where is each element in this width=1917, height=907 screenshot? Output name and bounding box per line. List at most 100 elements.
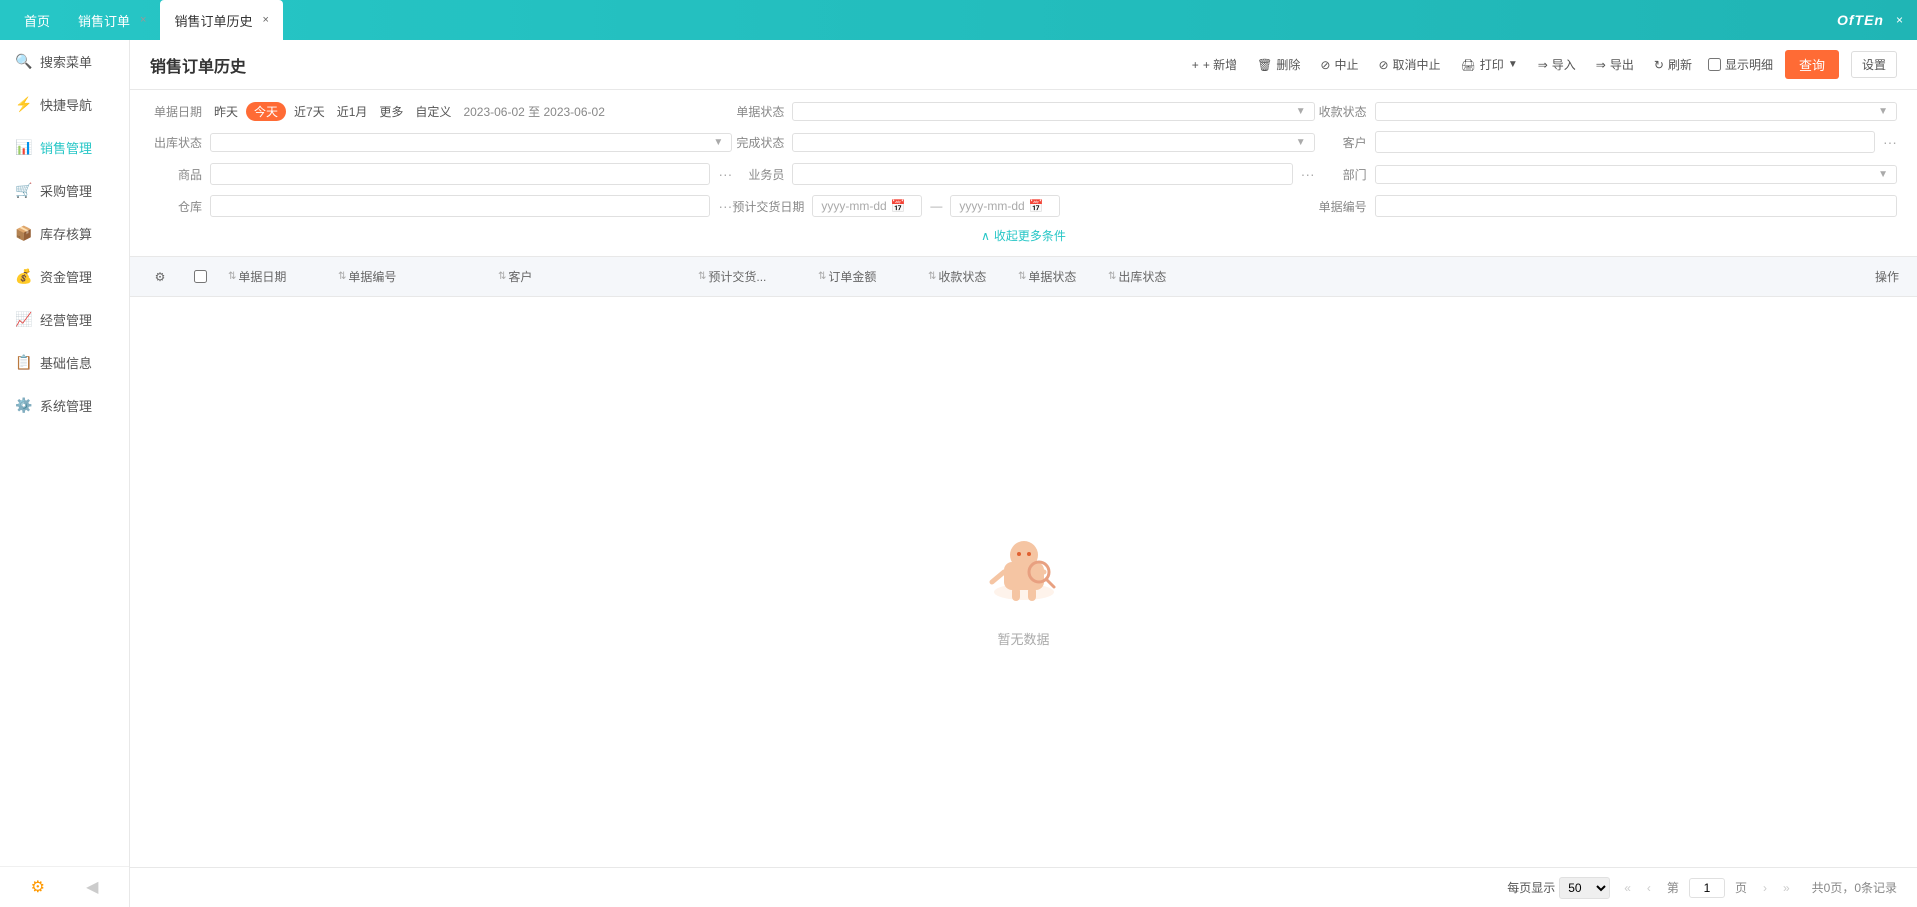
sidebar-item-purchase[interactable]: 🛒 采购管理: [0, 169, 129, 212]
warehouse-more-icon[interactable]: ···: [718, 198, 732, 214]
filter-row-1: 单据日期 昨天 今天 近7天 近1月 更多 自定义 2023-06-02 至 2…: [150, 102, 1897, 121]
warehouse-input[interactable]: [210, 195, 710, 217]
sidebar-item-operation[interactable]: 📈 经营管理: [0, 298, 129, 341]
table-col-delivery[interactable]: ⇅ 预计交货...: [690, 268, 810, 285]
date-control: 昨天 今天 近7天 近1月 更多 自定义 2023-06-02 至 2023-0…: [210, 102, 732, 121]
date-btn-more[interactable]: 更多: [375, 102, 407, 121]
warehouse-label: 仓库: [150, 198, 210, 215]
complete-status-chevron-icon: ▼: [1296, 137, 1306, 148]
goods-input[interactable]: [210, 163, 710, 185]
out-status-select[interactable]: ▼: [210, 133, 732, 152]
pagination-bar: 每页显示 50 10 20 100 « ‹ 第 页 › » 共0页，0条记录: [130, 867, 1917, 907]
table-col-action: 操作: [1190, 268, 1907, 285]
tab-sales-order-close[interactable]: ×: [140, 14, 146, 26]
table-select-all[interactable]: [194, 270, 207, 283]
table-col-customer[interactable]: ⇅ 客户: [490, 268, 690, 285]
delete-button[interactable]: 🗑 删除: [1253, 54, 1304, 75]
delivery-date-end[interactable]: yyyy-mm-dd 📅: [950, 195, 1060, 217]
stop-button[interactable]: ⊘ 中止: [1316, 54, 1362, 75]
collapse-btn[interactable]: ∧ 收起更多条件: [150, 227, 1897, 244]
query-button[interactable]: 查询: [1785, 50, 1839, 79]
top-bar: 首页 销售订单 × 销售订单历史 × OfTEn ×: [0, 0, 1917, 40]
settings-button[interactable]: 设置: [1851, 51, 1897, 78]
sidebar-item-inventory[interactable]: 📦 库存核算: [0, 212, 129, 255]
sidebar-item-basic-info[interactable]: 📋 基础信息: [0, 341, 129, 384]
goods-control: ···: [210, 163, 732, 185]
salesperson-more-icon[interactable]: ···: [1301, 166, 1315, 182]
top-bar-right: OfTEn ×: [1837, 12, 1907, 28]
tab-home[interactable]: 首页: [10, 0, 64, 40]
page-number-input[interactable]: [1689, 878, 1725, 898]
sidebar-label-capital: 资金管理: [40, 267, 92, 286]
bill-status-select[interactable]: ▼: [792, 102, 1314, 121]
cancel-stop-button[interactable]: ⊘ 取消中止: [1374, 54, 1444, 75]
sidebar-label-system: 系统管理: [40, 396, 92, 415]
filter-row-2: 出库状态 ▼ 完成状态 ▼: [150, 131, 1897, 153]
date-btn-custom[interactable]: 自定义: [411, 102, 455, 121]
delivery-date-start[interactable]: yyyy-mm-dd 📅: [812, 195, 922, 217]
sidebar-settings-icon[interactable]: ⚙: [31, 877, 45, 897]
table-col-out-status[interactable]: ⇅ 出库状态: [1100, 268, 1190, 285]
sales-icon: 📊: [16, 140, 32, 156]
import-button[interactable]: ⇒ 导入: [1534, 54, 1580, 75]
date-btn-yesterday[interactable]: 昨天: [210, 102, 242, 121]
per-page-select[interactable]: 50 10 20 100: [1559, 877, 1610, 899]
sidebar-collapse-icon[interactable]: ◀: [86, 877, 98, 897]
pay-status-chevron-icon: ▼: [1878, 106, 1888, 117]
bill-status-chevron-icon: ▼: [1296, 106, 1306, 117]
date-btn-today[interactable]: 今天: [246, 102, 286, 121]
last-page-btn[interactable]: »: [1777, 879, 1796, 897]
export-button[interactable]: ⇒ 导出: [1592, 54, 1638, 75]
filter-delivery-date: 预计交货日期 yyyy-mm-dd 📅 — yyyy-mm-dd 📅: [732, 195, 1314, 217]
bill-status-label: 单据状态: [732, 103, 792, 120]
department-select[interactable]: ▼: [1375, 165, 1897, 184]
goods-more-icon[interactable]: ···: [718, 166, 732, 182]
table-col-amount[interactable]: ⇅ 订单金额: [810, 268, 920, 285]
date-separator: —: [926, 199, 946, 213]
bill-number-input[interactable]: [1375, 195, 1897, 217]
refresh-button[interactable]: ↻ 刷新: [1650, 54, 1696, 75]
quick-nav-icon: ⚡: [16, 97, 32, 113]
tab-sales-order-history-close[interactable]: ×: [262, 14, 268, 26]
sidebar-item-capital[interactable]: 💰 资金管理: [0, 255, 129, 298]
date-btn-last-month[interactable]: 近1月: [333, 102, 372, 121]
prev-page-btn[interactable]: ‹: [1641, 879, 1657, 897]
table-checkbox-col[interactable]: [180, 270, 220, 283]
customer-more-icon[interactable]: ···: [1883, 134, 1897, 150]
out-status-chevron-icon: ▼: [713, 137, 723, 148]
delivery-date-label: 预计交货日期: [732, 198, 812, 215]
import-icon: ⇒: [1538, 58, 1548, 72]
sidebar-label-purchase: 采购管理: [40, 181, 92, 200]
window-close-btn[interactable]: ×: [1892, 13, 1907, 27]
show-detail-checkbox[interactable]: [1708, 58, 1721, 71]
first-page-btn[interactable]: «: [1618, 879, 1637, 897]
refresh-label: 刷新: [1668, 56, 1692, 73]
complete-status-select[interactable]: ▼: [792, 133, 1314, 152]
customer-input[interactable]: [1375, 131, 1875, 153]
sidebar-item-system[interactable]: ⚙️ 系统管理: [0, 384, 129, 427]
table-col-bill-status[interactable]: ⇅ 单据状态: [1010, 268, 1100, 285]
sidebar-item-sales[interactable]: 📊 销售管理: [0, 126, 129, 169]
page-label: 第: [1661, 877, 1685, 898]
col-date-label: 单据日期: [238, 268, 286, 285]
pay-status-select[interactable]: ▼: [1375, 102, 1897, 121]
table-settings-col[interactable]: ⚙: [140, 270, 180, 284]
table-col-number[interactable]: ⇅ 单据编号: [330, 268, 490, 285]
print-button[interactable]: 🖨 打印 ▼: [1457, 54, 1522, 75]
add-button[interactable]: + + 新增: [1188, 54, 1241, 75]
table-col-date[interactable]: ⇅ 单据日期: [220, 268, 330, 285]
salesperson-input[interactable]: [792, 163, 1292, 185]
cancel-stop-label: 取消中止: [1393, 56, 1441, 73]
show-detail-checkbox-label[interactable]: 显示明细: [1708, 56, 1773, 73]
table-col-pay-status[interactable]: ⇅ 收款状态: [920, 268, 1010, 285]
print-arrow-icon: ▼: [1508, 59, 1518, 70]
table-settings-icon[interactable]: ⚙: [155, 270, 166, 284]
next-page-btn[interactable]: ›: [1757, 879, 1773, 897]
sidebar-item-search-menu[interactable]: 🔍 搜索菜单: [0, 40, 129, 83]
sidebar-item-quick-nav[interactable]: ⚡ 快捷导航: [0, 83, 129, 126]
system-icon: ⚙️: [16, 398, 32, 414]
date-btn-last7[interactable]: 近7天: [290, 102, 329, 121]
filter-department: 部门 ▼: [1315, 165, 1897, 184]
tab-sales-order[interactable]: 销售订单 ×: [64, 0, 160, 40]
tab-sales-order-history[interactable]: 销售订单历史 ×: [160, 0, 282, 40]
